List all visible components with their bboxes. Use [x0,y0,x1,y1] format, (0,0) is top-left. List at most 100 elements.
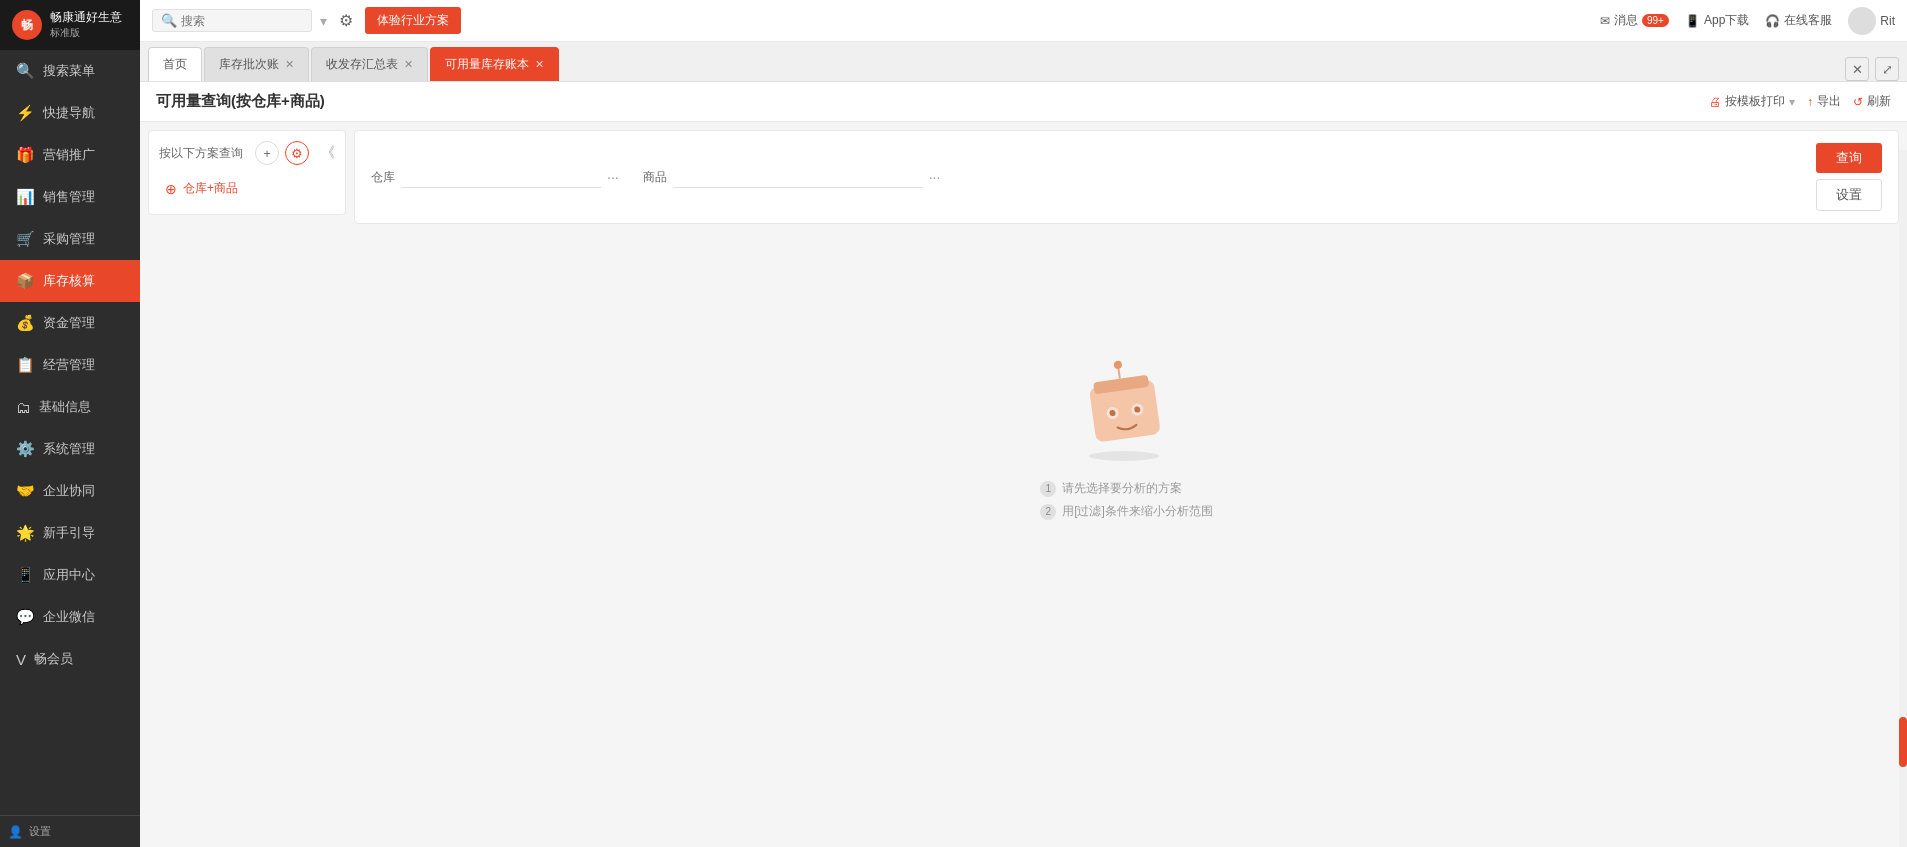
warehouse-more-button[interactable]: ··· [607,169,619,185]
scheme-item-warehouse-product[interactable]: ⊕ 仓库+商品 [159,177,335,200]
sidebar-item-vip[interactable]: V畅会员 [0,638,140,680]
page-title: 可用量查询(按仓库+商品) [156,92,325,111]
headset-icon: 🎧 [1765,14,1780,28]
empty-tip-2: 2 用[过滤]条件来缩小分析范围 [1040,503,1213,520]
settings-button[interactable]: 设置 [1816,179,1882,211]
empty-tips: 1 请先选择要分析的方案 2 用[过滤]条件来缩小分析范围 [1040,480,1213,520]
sales-icon: 📊 [16,188,35,206]
search-icon: 🔍 [16,62,35,80]
query-button[interactable]: 查询 [1816,143,1882,173]
sidebar-item-inventory[interactable]: 📦库存核算 [0,260,140,302]
scrollbar-thumb [1899,717,1907,767]
svg-point-8 [1089,451,1159,461]
empty-tip-1: 1 请先选择要分析的方案 [1040,480,1213,497]
topbar-search-box[interactable]: 🔍 [152,9,312,32]
topbar-right: ✉ 消息 99+ 📱 App下载 🎧 在线客服 Rit [1600,7,1895,35]
export-icon: ↑ [1807,95,1813,109]
search-input[interactable] [181,14,281,28]
industry-solution-button[interactable]: 体验行业方案 [365,7,461,34]
sidebar-item-cooperation[interactable]: 🤝企业协同 [0,470,140,512]
sidebar-item-label: 新手引导 [43,524,95,542]
operation-icon: 📋 [16,356,35,374]
main-area: 🔍 ▾ ⚙ 体验行业方案 ✉ 消息 99+ 📱 App下载 🎧 在线客服 Rit [140,0,1907,847]
sidebar-item-label: 采购管理 [43,230,95,248]
tab-label: 可用量库存账本 [445,56,529,73]
message-button[interactable]: ✉ 消息 99+ [1600,12,1669,29]
close-tab-button[interactable]: ✕ [1845,57,1869,81]
inventory-icon: 📦 [16,272,35,290]
sidebar: 畅 畅康通好生意 标准版 🔍搜索菜单⚡快捷导航🎁营销推广📊销售管理 🛒 采购管理 📦库… [0,0,140,847]
content-area: 可用量查询(按仓库+商品) 🖨 按模板打印 ▾ ↑ 导出 ↺ 刷新 [140,82,1907,847]
sidebar-item-purchase[interactable]: 🛒 采购管理 [0,218,140,260]
marketing-icon: 🎁 [16,146,35,164]
wechat-icon: 💬 [16,608,35,626]
tab-close-batch[interactable]: ✕ [285,58,294,71]
sidebar-item-apps[interactable]: 📱应用中心 [0,554,140,596]
sidebar-item-marketing[interactable]: 🎁营销推广 [0,134,140,176]
product-input[interactable] [673,167,923,188]
print-button[interactable]: 🖨 按模板打印 ▾ [1709,93,1795,110]
print-icon: 🖨 [1709,95,1721,109]
sidebar-header: 畅 畅康通好生意 标准版 [0,0,140,50]
sidebar-item-label: 资金管理 [43,314,95,332]
sidebar-item-guide[interactable]: 🌟 新手引导 [0,512,140,554]
page-actions: 🖨 按模板打印 ▾ ↑ 导出 ↺ 刷新 [1709,93,1891,110]
sidebar-title: 畅康通好生意 [50,10,122,26]
expand-tab-button[interactable]: ⤢ [1875,57,1899,81]
filter-label: 按以下方案查询 [159,145,243,162]
sidebar-item-operation[interactable]: 📋经营管理 [0,344,140,386]
svg-point-7 [1113,360,1122,369]
settings-scheme-button[interactable]: ⚙ [285,141,309,165]
tab-close-summary[interactable]: ✕ [404,58,413,71]
tab-summary[interactable]: 收发存汇总表✕ [311,47,428,81]
guide-icon: 🌟 [16,524,35,542]
tab-close-available[interactable]: ✕ [535,58,544,71]
tab-available[interactable]: 可用量库存账本 ✕ [430,47,559,81]
apps-icon: 📱 [16,566,35,584]
sidebar-badge: 标准版 [50,26,122,40]
add-scheme-button[interactable]: + [255,141,279,165]
app-download-button[interactable]: 📱 App下载 [1685,12,1749,29]
sidebar-item-label: 基础信息 [39,398,91,416]
user-avatar[interactable]: Rit [1848,7,1895,35]
sidebar-item-wechat[interactable]: 💬 企业微信 [0,596,140,638]
chevron-down-icon: ▾ [1789,95,1795,109]
tabs-bar: 首页库存批次账✕收发存汇总表✕可用量库存账本✕ ✕ ⤢ [140,42,1907,82]
search-icon: 🔍 [161,13,177,28]
scheme-list: ⊕ 仓库+商品 [159,173,335,204]
system-icon: ⚙️ [16,440,35,458]
sidebar-item-search[interactable]: 🔍搜索菜单 [0,50,140,92]
empty-illustration [1067,348,1187,468]
sidebar-item-finance[interactable]: 💰 资金管理 [0,302,140,344]
purchase-icon: 🛒 [16,230,35,248]
empty-svg [1067,348,1187,468]
collapse-panel-icon[interactable]: 《 [321,144,335,162]
sidebar-item-label: 系统管理 [43,440,95,458]
tip-num-2: 2 [1040,504,1056,520]
online-service-button[interactable]: 🎧 在线客服 [1765,12,1832,29]
gear-icon[interactable]: ⚙ [335,7,357,34]
sidebar-item-label: 企业微信 [43,608,95,626]
sidebar-item-sales[interactable]: 📊销售管理 [0,176,140,218]
export-button[interactable]: ↑ 导出 [1807,93,1841,110]
filter-fields-panel: 仓库 ··· 商品 ··· 查询 设置 [354,130,1899,224]
tab-label: 库存批次账 [219,56,279,73]
sidebar-item-basic[interactable]: 🗂基础信息 [0,386,140,428]
sidebar-scroll: 🔍搜索菜单⚡快捷导航🎁营销推广📊销售管理 🛒 采购管理 📦库存核算 💰 资金管理 📋经营管理… [0,50,140,815]
sidebar-item-shortcut[interactable]: ⚡快捷导航 [0,92,140,134]
finance-icon: 💰 [16,314,35,332]
sidebar-item-system[interactable]: ⚙️ 系统管理 [0,428,140,470]
tab-batch[interactable]: 库存批次账 ✕ [204,47,309,81]
tab-label: 首页 [163,56,187,73]
tab-home[interactable]: 首页 [148,47,202,81]
warehouse-input[interactable] [401,167,601,188]
topbar: 🔍 ▾ ⚙ 体验行业方案 ✉ 消息 99+ 📱 App下载 🎧 在线客服 Rit [140,0,1907,42]
chevron-down-icon[interactable]: ▾ [320,13,327,29]
sidebar-bottom[interactable]: 👤 设置 [0,815,140,847]
sidebar-item-label: 快捷导航 [43,104,95,122]
refresh-icon: ↺ [1853,95,1863,109]
product-more-button[interactable]: ··· [929,169,941,185]
filter-scheme-panel: 按以下方案查询 + ⚙ 《 ⊕ 仓库+商品 [148,130,346,215]
refresh-button[interactable]: ↺ 刷新 [1853,93,1891,110]
right-scrollbar[interactable] [1899,150,1907,847]
